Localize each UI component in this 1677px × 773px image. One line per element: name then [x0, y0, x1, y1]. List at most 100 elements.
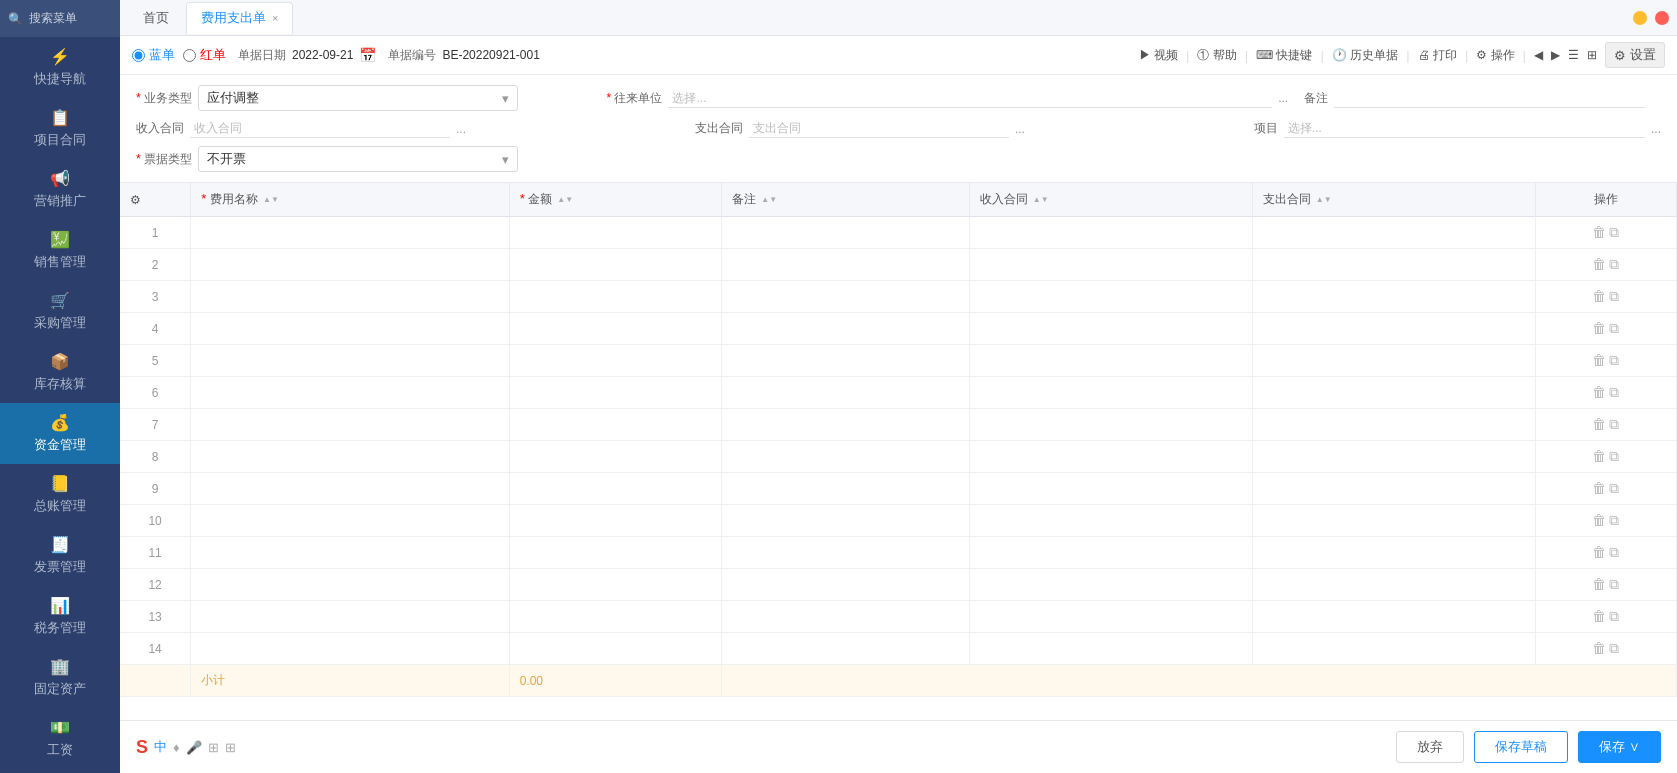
row-income-contract[interactable]	[969, 569, 1252, 601]
copy-icon[interactable]: ⧉	[1609, 640, 1619, 656]
delete-icon[interactable]: 🗑	[1592, 640, 1606, 656]
row-note[interactable]	[721, 505, 969, 537]
sort-icons-income[interactable]: ▲▼	[1033, 195, 1049, 204]
delete-icon[interactable]: 🗑	[1592, 608, 1606, 624]
row-income-contract[interactable]	[969, 377, 1252, 409]
history-action[interactable]: 🕐 历史单据	[1332, 47, 1398, 64]
row-expense-contract[interactable]	[1252, 505, 1535, 537]
row-amount[interactable]	[509, 313, 721, 345]
ops-action[interactable]: ⚙ 操作	[1476, 47, 1514, 64]
row-name[interactable]	[191, 569, 509, 601]
delete-icon[interactable]: 🗑	[1592, 544, 1606, 560]
delete-icon[interactable]: 🗑	[1592, 576, 1606, 592]
row-amount[interactable]	[509, 377, 721, 409]
row-note[interactable]	[721, 441, 969, 473]
row-expense-contract[interactable]	[1252, 473, 1535, 505]
setting-button[interactable]: ⚙ 设置	[1605, 42, 1665, 68]
row-income-contract[interactable]	[969, 345, 1252, 377]
row-note[interactable]	[721, 377, 969, 409]
sidebar-item-capital-mgmt[interactable]: 💰资金管理	[0, 403, 120, 464]
row-name[interactable]	[191, 633, 509, 665]
income-contract-input[interactable]	[190, 119, 450, 138]
radio-red[interactable]: 红单	[183, 46, 226, 64]
copy-icon[interactable]: ⧉	[1609, 448, 1619, 464]
discard-button[interactable]: 放弃	[1396, 731, 1464, 763]
row-note[interactable]	[721, 537, 969, 569]
row-income-contract[interactable]	[969, 537, 1252, 569]
col-settings-header[interactable]: ⚙	[120, 183, 191, 217]
row-note[interactable]	[721, 633, 969, 665]
copy-icon[interactable]: ⧉	[1609, 544, 1619, 560]
brand-grid1-icon[interactable]: ⊞	[208, 740, 219, 755]
sidebar-item-ledger-mgmt[interactable]: 📒总账管理	[0, 464, 120, 525]
row-expense-contract[interactable]	[1252, 281, 1535, 313]
brand-grid2-icon[interactable]: ⊞	[225, 740, 236, 755]
row-name[interactable]	[191, 377, 509, 409]
video-action[interactable]: ▶ 视频	[1139, 47, 1178, 64]
sidebar-item-ops-mgmt[interactable]: 📈经营管理	[0, 769, 120, 773]
sidebar-item-quick-nav[interactable]: ⚡快捷导航	[0, 37, 120, 98]
row-note[interactable]	[721, 569, 969, 601]
row-name[interactable]	[191, 441, 509, 473]
copy-icon[interactable]: ⧉	[1609, 320, 1619, 336]
delete-icon[interactable]: 🗑	[1592, 416, 1606, 432]
sidebar-item-sales-mgmt[interactable]: 💹销售管理	[0, 220, 120, 281]
maximize-button[interactable]	[1633, 11, 1647, 25]
row-income-contract[interactable]	[969, 473, 1252, 505]
copy-icon[interactable]: ⧉	[1609, 480, 1619, 496]
row-income-contract[interactable]	[969, 409, 1252, 441]
business-type-select[interactable]: 应付调整 ▾	[198, 85, 518, 111]
row-note[interactable]	[721, 345, 969, 377]
row-income-contract[interactable]	[969, 441, 1252, 473]
row-amount[interactable]	[509, 505, 721, 537]
sidebar-item-payroll[interactable]: 💵工资	[0, 708, 120, 769]
row-expense-contract[interactable]	[1252, 313, 1535, 345]
row-note[interactable]	[721, 409, 969, 441]
date-value[interactable]: 2022-09-21	[292, 48, 353, 62]
row-expense-contract[interactable]	[1252, 537, 1535, 569]
row-name[interactable]	[191, 281, 509, 313]
project-input[interactable]	[1284, 119, 1645, 138]
prev-action[interactable]: ◀	[1534, 48, 1543, 62]
expense-contract-ellipsis[interactable]: ...	[1015, 122, 1025, 136]
delete-icon[interactable]: 🗑	[1592, 288, 1606, 304]
row-amount[interactable]	[509, 345, 721, 377]
remark-input[interactable]	[1334, 89, 1645, 108]
copy-icon[interactable]: ⧉	[1609, 576, 1619, 592]
tab-close-icon[interactable]: ×	[272, 12, 278, 24]
list-view-action[interactable]: ☰	[1568, 48, 1579, 62]
row-name[interactable]	[191, 345, 509, 377]
sidebar-item-marketing[interactable]: 📢营销推广	[0, 159, 120, 220]
row-name[interactable]	[191, 249, 509, 281]
row-expense-contract[interactable]	[1252, 345, 1535, 377]
sidebar-item-project-contract[interactable]: 📋项目合同	[0, 98, 120, 159]
save-button[interactable]: 保存 ∨	[1578, 731, 1661, 763]
sort-icons-amount[interactable]: ▲▼	[557, 195, 573, 204]
row-note[interactable]	[721, 473, 969, 505]
sort-icons-note[interactable]: ▲▼	[761, 195, 777, 204]
row-income-contract[interactable]	[969, 313, 1252, 345]
delete-icon[interactable]: 🗑	[1592, 352, 1606, 368]
row-expense-contract[interactable]	[1252, 569, 1535, 601]
copy-icon[interactable]: ⧉	[1609, 288, 1619, 304]
row-amount[interactable]	[509, 537, 721, 569]
row-note[interactable]	[721, 313, 969, 345]
row-amount[interactable]	[509, 569, 721, 601]
copy-icon[interactable]: ⧉	[1609, 256, 1619, 272]
brand-mic-icon[interactable]: 🎤	[186, 740, 202, 755]
row-amount[interactable]	[509, 441, 721, 473]
income-contract-ellipsis[interactable]: ...	[456, 122, 466, 136]
row-income-contract[interactable]	[969, 281, 1252, 313]
row-name[interactable]	[191, 217, 509, 249]
tab-expense-bill[interactable]: 费用支出单×	[186, 2, 293, 34]
invoice-type-select[interactable]: 不开票 ▾	[198, 146, 518, 172]
row-expense-contract[interactable]	[1252, 441, 1535, 473]
row-name[interactable]	[191, 313, 509, 345]
sidebar-item-fixed-assets[interactable]: 🏢固定资产	[0, 647, 120, 708]
copy-icon[interactable]: ⧉	[1609, 416, 1619, 432]
sidebar-search[interactable]: 🔍 搜索菜单	[0, 0, 120, 37]
row-expense-contract[interactable]	[1252, 409, 1535, 441]
row-income-contract[interactable]	[969, 633, 1252, 665]
delete-icon[interactable]: 🗑	[1592, 512, 1606, 528]
counterpart-input[interactable]	[668, 89, 1272, 108]
